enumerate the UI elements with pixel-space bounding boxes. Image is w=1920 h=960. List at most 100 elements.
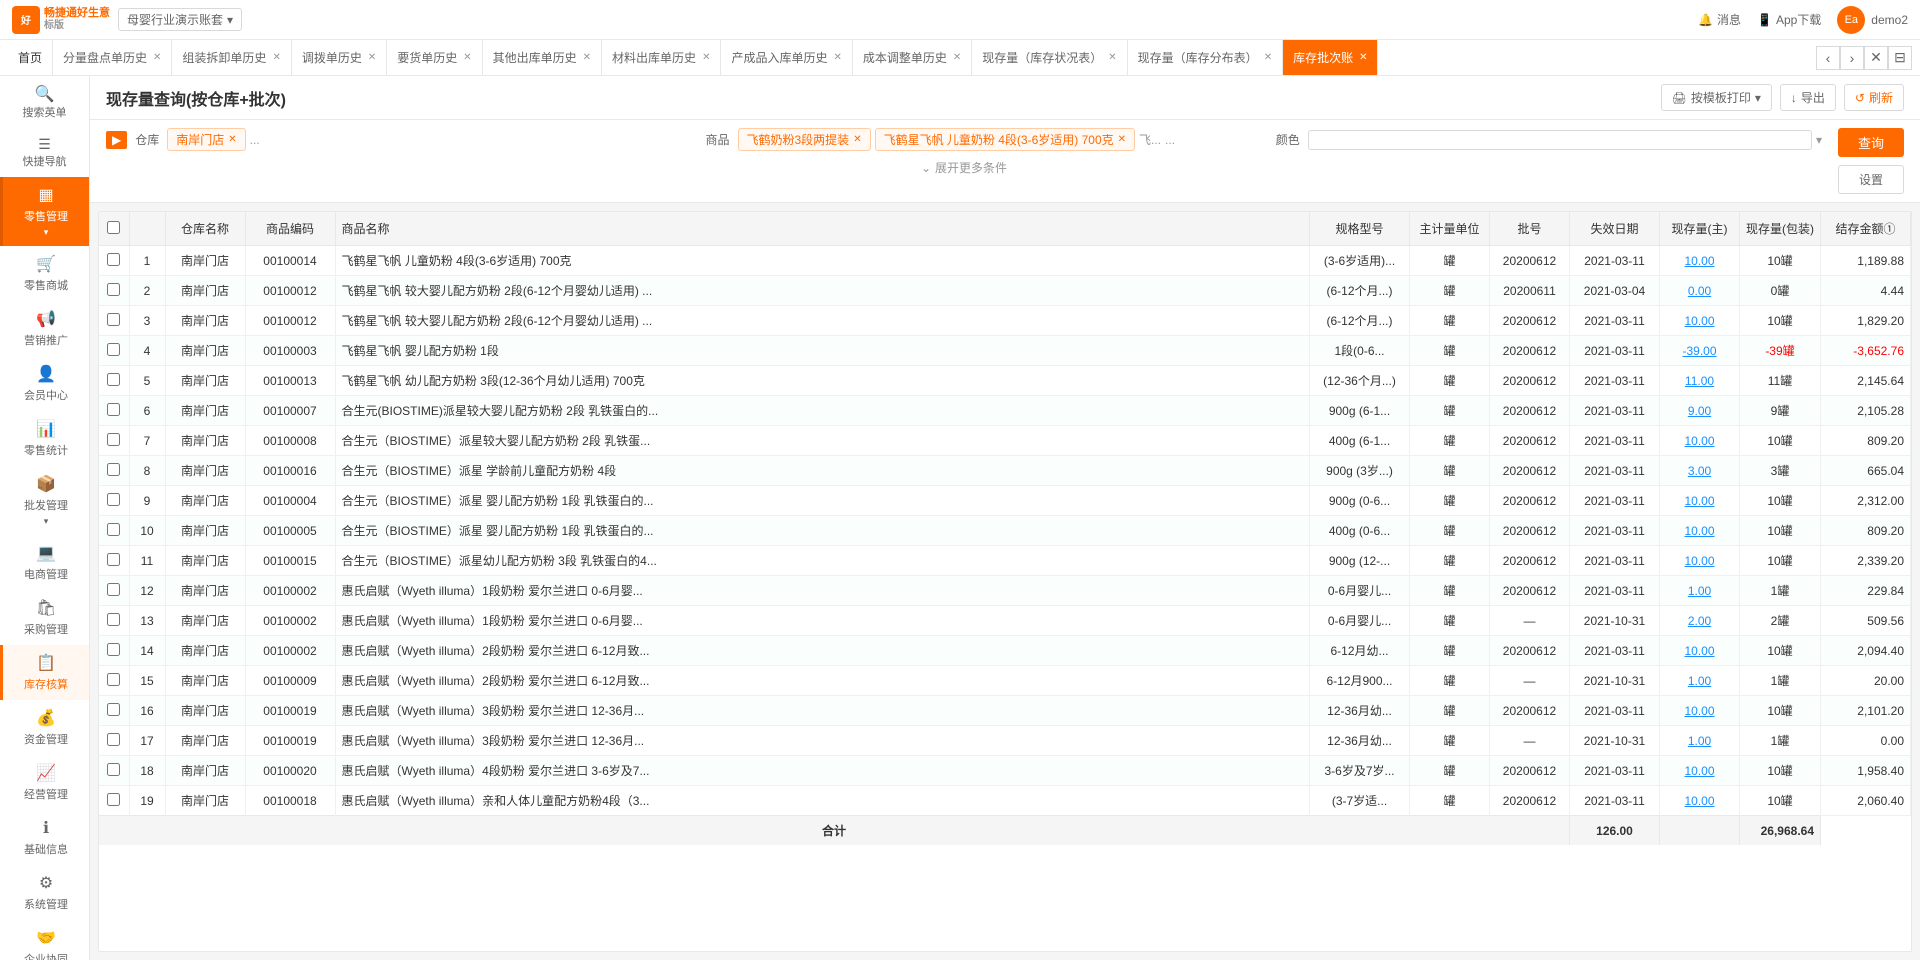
tab-9[interactable]: 现存量（库存状况表） ✕ bbox=[972, 40, 1127, 76]
close-icon[interactable]: ✕ bbox=[153, 52, 161, 63]
tab-6[interactable]: 材料出库单历史 ✕ bbox=[602, 40, 721, 76]
row-qty-main[interactable]: 11.00 bbox=[1660, 366, 1740, 396]
export-btn[interactable]: ↓ 导出 bbox=[1780, 84, 1836, 111]
row-checkbox-cell[interactable] bbox=[99, 486, 129, 516]
sidebar-item-collab[interactable]: 🤝 企业协同 bbox=[0, 920, 89, 960]
row-qty-main[interactable]: 9.00 bbox=[1660, 396, 1740, 426]
template-print-btn[interactable]: 🖨 按模板打印 ▾ bbox=[1661, 84, 1772, 111]
sidebar-item-retail[interactable]: ▦ 零售管理 ▾ bbox=[0, 177, 89, 246]
row-qty-main[interactable]: 2.00 bbox=[1660, 606, 1740, 636]
row-qty-main[interactable]: 10.00 bbox=[1660, 306, 1740, 336]
sidebar-item-management[interactable]: 📈 经营管理 bbox=[0, 755, 89, 810]
tab-1[interactable]: 分量盘点单历史 ✕ bbox=[53, 40, 172, 76]
tab-11[interactable]: 库存批次账 ✕ bbox=[1283, 40, 1378, 76]
tab-menu-btn[interactable]: ⊟ bbox=[1888, 46, 1912, 70]
row-checkbox[interactable] bbox=[107, 283, 120, 296]
sidebar-item-purchase[interactable]: 🛍 采购管理 bbox=[0, 590, 89, 645]
tab-7[interactable]: 产成品入库单历史 ✕ bbox=[721, 40, 852, 76]
select-all-checkbox[interactable] bbox=[107, 221, 120, 234]
row-checkbox-cell[interactable] bbox=[99, 336, 129, 366]
row-checkbox[interactable] bbox=[107, 313, 120, 326]
row-checkbox[interactable] bbox=[107, 343, 120, 356]
row-qty-main[interactable]: -39.00 bbox=[1660, 336, 1740, 366]
refresh-btn[interactable]: ↺ 刷新 bbox=[1844, 84, 1904, 111]
user-area[interactable]: Ea demo2 bbox=[1837, 6, 1908, 34]
row-checkbox-cell[interactable] bbox=[99, 456, 129, 486]
row-checkbox[interactable] bbox=[107, 763, 120, 776]
app-download-btn[interactable]: 📱 App下载 bbox=[1757, 11, 1821, 28]
org-selector[interactable]: 母婴行业演示账套 ▾ bbox=[118, 8, 242, 31]
close-icon[interactable]: ✕ bbox=[368, 52, 376, 63]
row-checkbox-cell[interactable] bbox=[99, 516, 129, 546]
sidebar-item-basic[interactable]: ℹ 基础信息 bbox=[0, 810, 89, 865]
filter-more[interactable]: ... bbox=[250, 133, 260, 147]
tag-close-btn[interactable]: ✕ bbox=[853, 134, 861, 145]
tab-next-btn[interactable]: › bbox=[1840, 46, 1864, 70]
close-icon[interactable]: ✕ bbox=[1359, 52, 1367, 63]
product-more[interactable]: 飞... bbox=[1139, 131, 1161, 148]
row-checkbox-cell[interactable] bbox=[99, 546, 129, 576]
row-qty-main[interactable]: 1.00 bbox=[1660, 726, 1740, 756]
row-checkbox-cell[interactable] bbox=[99, 606, 129, 636]
row-qty-main[interactable]: 1.00 bbox=[1660, 576, 1740, 606]
row-checkbox[interactable] bbox=[107, 643, 120, 656]
row-checkbox[interactable] bbox=[107, 403, 120, 416]
row-checkbox[interactable] bbox=[107, 583, 120, 596]
close-icon[interactable]: ✕ bbox=[1264, 52, 1272, 63]
row-checkbox[interactable] bbox=[107, 553, 120, 566]
row-checkbox-cell[interactable] bbox=[99, 696, 129, 726]
row-checkbox-cell[interactable] bbox=[99, 636, 129, 666]
sidebar-item-mall[interactable]: 🛒 零售商城 bbox=[0, 246, 89, 301]
close-icon[interactable]: ✕ bbox=[272, 52, 280, 63]
row-checkbox-cell[interactable] bbox=[99, 786, 129, 816]
expand-more-btn[interactable]: ⌄ 展开更多条件 bbox=[106, 155, 1822, 180]
close-icon[interactable]: ✕ bbox=[463, 52, 471, 63]
tab-4[interactable]: 要货单历史 ✕ bbox=[387, 40, 482, 76]
sidebar-item-system[interactable]: ⚙ 系统管理 bbox=[0, 865, 89, 920]
tab-2[interactable]: 组装拆卸单历史 ✕ bbox=[172, 40, 291, 76]
row-qty-main[interactable]: 10.00 bbox=[1660, 756, 1740, 786]
sidebar-item-member[interactable]: 👤 会员中心 bbox=[0, 356, 89, 411]
row-checkbox[interactable] bbox=[107, 523, 120, 536]
row-qty-main[interactable]: 10.00 bbox=[1660, 516, 1740, 546]
close-icon[interactable]: ✕ bbox=[1108, 52, 1116, 63]
tab-5[interactable]: 其他出库单历史 ✕ bbox=[483, 40, 602, 76]
row-checkbox[interactable] bbox=[107, 673, 120, 686]
row-qty-main[interactable]: 10.00 bbox=[1660, 246, 1740, 276]
message-btn[interactable]: 🔔 消息 bbox=[1698, 11, 1741, 28]
tag-close-btn[interactable]: ✕ bbox=[1118, 134, 1126, 145]
row-checkbox-cell[interactable] bbox=[99, 276, 129, 306]
filter-more[interactable]: ... bbox=[1165, 133, 1175, 147]
search-menu-btn[interactable]: 🔍 搜索英单 bbox=[0, 76, 89, 128]
close-icon[interactable]: ✕ bbox=[583, 52, 591, 63]
tab-prev-btn[interactable]: ‹ bbox=[1816, 46, 1840, 70]
expand-toggle-btn[interactable]: ▶ bbox=[106, 131, 127, 149]
row-checkbox-cell[interactable] bbox=[99, 666, 129, 696]
sidebar-item-ecommerce[interactable]: 💻 电商管理 bbox=[0, 535, 89, 590]
tab-close-btn[interactable]: ✕ bbox=[1864, 46, 1888, 70]
tag-close-btn[interactable]: ✕ bbox=[228, 134, 236, 145]
row-checkbox[interactable] bbox=[107, 493, 120, 506]
chevron-down-icon[interactable]: ▾ bbox=[1816, 133, 1822, 147]
close-icon[interactable]: ✕ bbox=[953, 52, 961, 63]
row-checkbox[interactable] bbox=[107, 733, 120, 746]
tab-10[interactable]: 现存量（库存分布表） ✕ bbox=[1128, 40, 1283, 76]
row-qty-main[interactable]: 0.00 bbox=[1660, 276, 1740, 306]
query-btn[interactable]: 查询 bbox=[1838, 128, 1904, 157]
row-checkbox[interactable] bbox=[107, 703, 120, 716]
row-qty-main[interactable]: 10.00 bbox=[1660, 426, 1740, 456]
row-checkbox[interactable] bbox=[107, 433, 120, 446]
row-qty-main[interactable]: 10.00 bbox=[1660, 546, 1740, 576]
row-qty-main[interactable]: 10.00 bbox=[1660, 786, 1740, 816]
tab-8[interactable]: 成本调整单历史 ✕ bbox=[853, 40, 972, 76]
row-checkbox-cell[interactable] bbox=[99, 246, 129, 276]
row-checkbox-cell[interactable] bbox=[99, 756, 129, 786]
color-input[interactable] bbox=[1317, 133, 1803, 147]
sidebar-item-wholesale[interactable]: 📦 批发管理 ▾ bbox=[0, 466, 89, 535]
row-checkbox-cell[interactable] bbox=[99, 306, 129, 336]
tab-3[interactable]: 调拨单历史 ✕ bbox=[292, 40, 387, 76]
row-qty-main[interactable]: 10.00 bbox=[1660, 636, 1740, 666]
row-checkbox-cell[interactable] bbox=[99, 576, 129, 606]
row-qty-main[interactable]: 10.00 bbox=[1660, 486, 1740, 516]
row-checkbox[interactable] bbox=[107, 463, 120, 476]
